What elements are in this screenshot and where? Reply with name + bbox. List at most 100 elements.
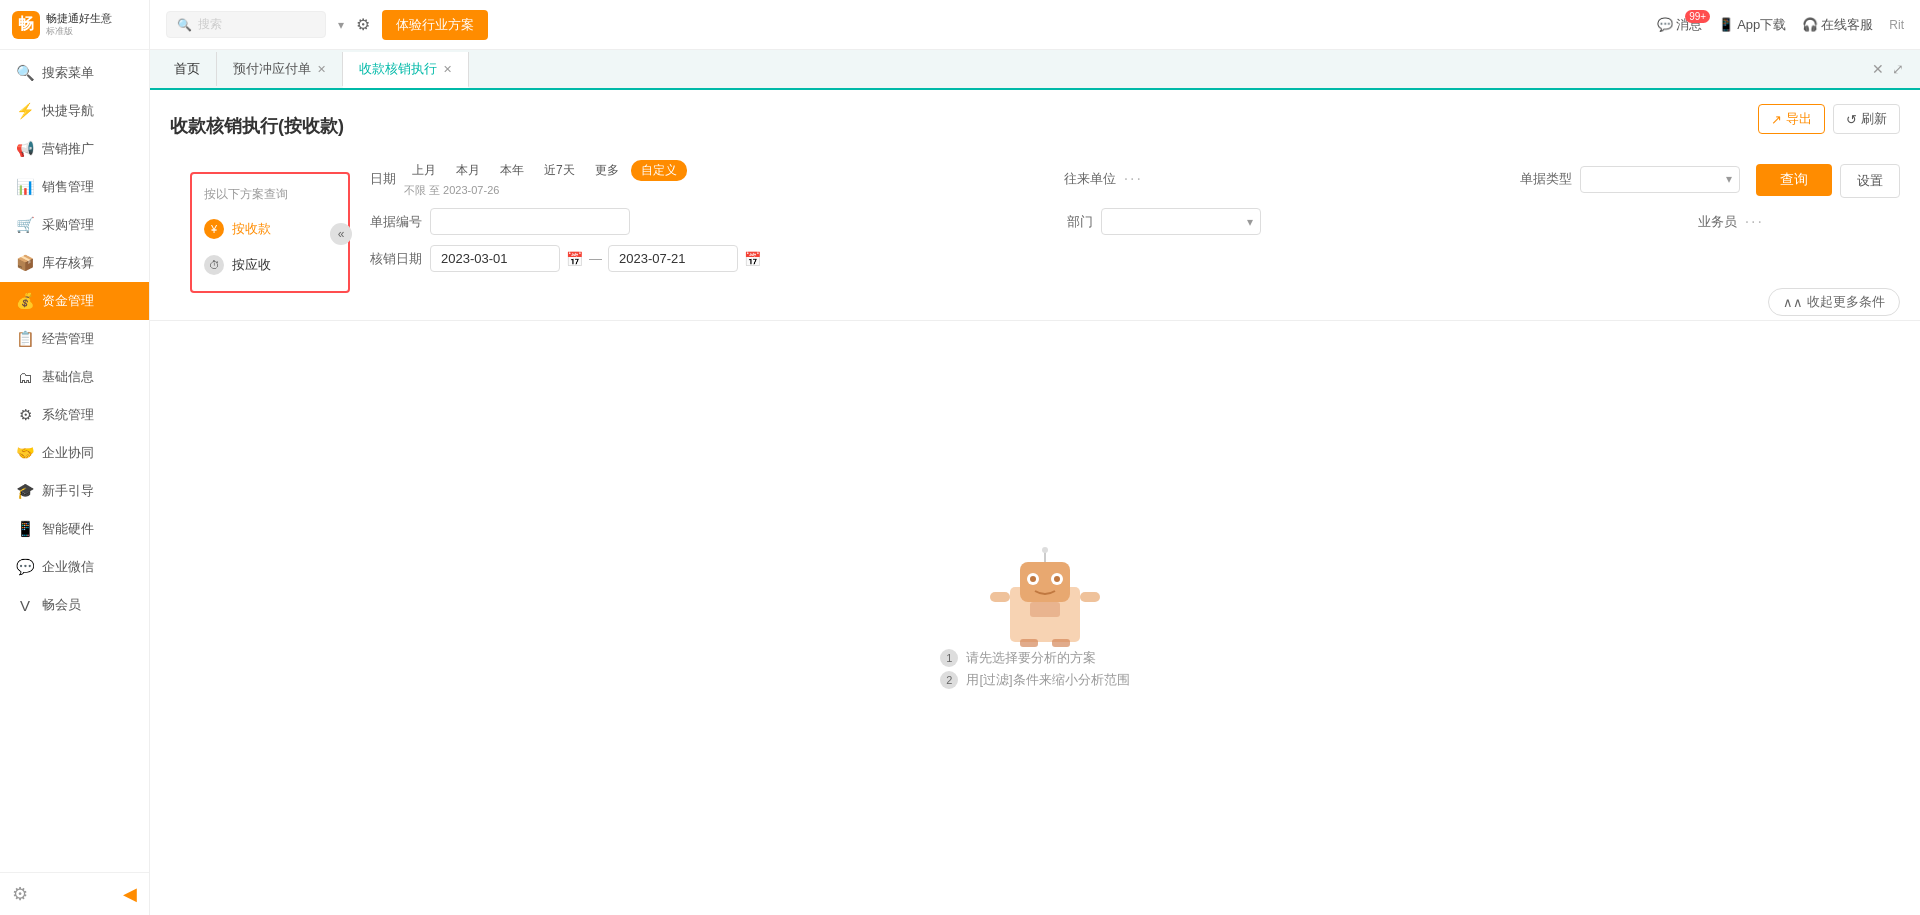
industry-btn[interactable]: 体验行业方案 bbox=[382, 10, 488, 40]
app-icon: 📱 bbox=[1718, 17, 1734, 32]
tab-collection-close[interactable]: ✕ bbox=[443, 63, 452, 76]
sidebar-item-6[interactable]: 💰 资金管理 bbox=[0, 282, 149, 320]
date-this-month[interactable]: 本月 bbox=[448, 160, 488, 181]
page-header: 收款核销执行(按收款) ↗ 导出 ↺ 刷新 bbox=[150, 90, 1920, 148]
doc-no-input[interactable] bbox=[430, 208, 630, 235]
filter-sidebar: 按以下方案查询 ¥ 按收款 ⏱ 按应收 bbox=[190, 172, 350, 293]
sidebar-item-1[interactable]: ⚡ 快捷导航 bbox=[0, 92, 149, 130]
sidebar-item-11[interactable]: 🎓 新手引导 bbox=[0, 472, 149, 510]
form-row-2: 单据编号 部门 bbox=[370, 208, 1900, 235]
sidebar-item-5[interactable]: 📦 库存核算 bbox=[0, 244, 149, 282]
sidebar-item-label-6: 资金管理 bbox=[42, 292, 94, 310]
sidebar-item-4[interactable]: 🛒 采购管理 bbox=[0, 206, 149, 244]
svg-rect-9 bbox=[1080, 592, 1100, 602]
sidebar-footer: ⚙ ◀ bbox=[0, 872, 149, 915]
logo-text: 畅捷通好生意 bbox=[46, 11, 112, 25]
message-btn[interactable]: 💬 消息 99+ bbox=[1657, 16, 1702, 34]
sidebar-item-13[interactable]: 💬 企业微信 bbox=[0, 548, 149, 586]
collapse-more-btn[interactable]: ∧∧ 收起更多条件 bbox=[1768, 288, 1900, 316]
customer-service-btn[interactable]: 🎧 在线客服 bbox=[1802, 16, 1873, 34]
svg-rect-12 bbox=[1052, 639, 1070, 647]
filter-option-by-receivable[interactable]: ⏱ 按应收 bbox=[192, 247, 348, 283]
expand-window-icon[interactable]: ⤢ bbox=[1892, 61, 1904, 77]
date-last-month[interactable]: 上月 bbox=[404, 160, 444, 181]
logo-badge: 标准版 bbox=[46, 25, 112, 38]
sidebar-item-icon-9: ⚙ bbox=[16, 406, 34, 424]
date-label: 日期 bbox=[370, 170, 396, 188]
hint-num-2: 2 bbox=[940, 671, 958, 689]
empty-hint-1: 1 请先选择要分析的方案 bbox=[940, 649, 1129, 667]
refresh-label: 刷新 bbox=[1861, 110, 1887, 128]
verify-date-end-icon[interactable]: 📅 bbox=[744, 251, 761, 267]
svg-rect-10 bbox=[1030, 602, 1060, 617]
collapse-sidebar-icon[interactable]: ◀ bbox=[123, 883, 137, 905]
filter-option-by-collection[interactable]: ¥ 按收款 bbox=[192, 211, 348, 247]
settings-icon[interactable]: ⚙ bbox=[12, 883, 28, 905]
user-info[interactable]: Rit bbox=[1889, 17, 1904, 32]
refresh-btn[interactable]: ↺ 刷新 bbox=[1833, 104, 1900, 134]
export-btn[interactable]: ↗ 导出 bbox=[1758, 104, 1825, 134]
sidebar-item-icon-3: 📊 bbox=[16, 178, 34, 196]
sidebar-item-2[interactable]: 📢 营销推广 bbox=[0, 130, 149, 168]
sidebar-item-9[interactable]: ⚙ 系统管理 bbox=[0, 396, 149, 434]
date-more[interactable]: 更多 bbox=[587, 160, 627, 181]
verify-date-start[interactable] bbox=[430, 245, 560, 272]
sidebar-item-icon-13: 💬 bbox=[16, 558, 34, 576]
message-icon: 💬 bbox=[1657, 17, 1673, 32]
dept-select[interactable] bbox=[1101, 208, 1261, 235]
tab-collection[interactable]: 收款核销执行 ✕ bbox=[343, 52, 469, 88]
query-btn[interactable]: 查询 bbox=[1756, 164, 1832, 196]
collapse-filter-btn[interactable]: « bbox=[330, 223, 352, 245]
form-row-3: 核销日期 📅 — 📅 bbox=[370, 245, 1900, 272]
customer-service-label: 在线客服 bbox=[1821, 16, 1873, 34]
topbar-actions: 💬 消息 99+ 📱 App下载 🎧 在线客服 Rit bbox=[1657, 16, 1904, 34]
hint-num-1: 1 bbox=[940, 649, 958, 667]
sidebar-item-14[interactable]: V 畅会员 bbox=[0, 586, 149, 624]
search-icon: 🔍 bbox=[177, 18, 192, 32]
sidebar-item-label-1: 快捷导航 bbox=[42, 102, 94, 120]
sidebar-item-0[interactable]: 🔍 搜索菜单 bbox=[0, 54, 149, 92]
sidebar-item-label-2: 营销推广 bbox=[42, 140, 94, 158]
prepay-label: 预付冲应付单 bbox=[233, 60, 311, 78]
app-download-btn[interactable]: 📱 App下载 bbox=[1718, 16, 1786, 34]
sidebar-item-label-9: 系统管理 bbox=[42, 406, 94, 424]
date-custom-badge[interactable]: 自定义 bbox=[631, 160, 687, 181]
partner-dots[interactable]: ··· bbox=[1124, 170, 1143, 188]
tab-home[interactable]: 首页 bbox=[158, 52, 217, 86]
sidebar-item-icon-12: 📱 bbox=[16, 520, 34, 538]
topbar-gear-icon[interactable]: ⚙ bbox=[356, 15, 370, 34]
window-btns: ✕ ⤢ bbox=[1864, 61, 1912, 77]
date-this-year[interactable]: 本年 bbox=[492, 160, 532, 181]
export-icon: ↗ bbox=[1771, 112, 1782, 127]
sidebar: 畅 畅捷通好生意 标准版 🔍 搜索菜单 ⚡ 快捷导航 📢 营销推广 📊 销售管理… bbox=[0, 0, 150, 915]
sidebar-item-12[interactable]: 📱 智能硬件 bbox=[0, 510, 149, 548]
sidebar-item-label-13: 企业微信 bbox=[42, 558, 94, 576]
home-label: 首页 bbox=[174, 60, 200, 78]
svg-rect-11 bbox=[1020, 639, 1038, 647]
sidebar-item-icon-7: 📋 bbox=[16, 330, 34, 348]
sidebar-item-3[interactable]: 📊 销售管理 bbox=[0, 168, 149, 206]
tab-prepay[interactable]: 预付冲应付单 ✕ bbox=[217, 52, 343, 86]
date-7days[interactable]: 近7天 bbox=[536, 160, 583, 181]
logo-icon: 畅 bbox=[12, 11, 40, 39]
close-window-icon[interactable]: ✕ bbox=[1872, 61, 1884, 77]
verify-date-start-icon[interactable]: 📅 bbox=[566, 251, 583, 267]
svg-point-5 bbox=[1054, 576, 1060, 582]
form-rows: 日期 上月 本月 本年 近7天 更多 自定义 不限 至 bbox=[350, 148, 1920, 284]
collapse-more-area: ∧∧ 收起更多条件 bbox=[350, 284, 1920, 320]
hint-text-2: 用[过滤]条件来缩小分析范围 bbox=[966, 671, 1129, 689]
sidebar-item-10[interactable]: 🤝 企业协同 bbox=[0, 434, 149, 472]
sidebar-item-icon-0: 🔍 bbox=[16, 64, 34, 82]
sidebar-item-label-14: 畅会员 bbox=[42, 596, 81, 614]
settings-btn[interactable]: 设置 bbox=[1840, 164, 1900, 198]
search-chevron-icon[interactable]: ▾ bbox=[338, 18, 344, 32]
collection-icon: ¥ bbox=[204, 219, 224, 239]
doc-type-select[interactable] bbox=[1580, 166, 1740, 193]
sidebar-item-label-11: 新手引导 bbox=[42, 482, 94, 500]
sidebar-item-7[interactable]: 📋 经营管理 bbox=[0, 320, 149, 358]
refresh-icon: ↺ bbox=[1846, 112, 1857, 127]
tab-prepay-close[interactable]: ✕ bbox=[317, 63, 326, 76]
verify-date-end[interactable] bbox=[608, 245, 738, 272]
sidebar-item-8[interactable]: 🗂 基础信息 bbox=[0, 358, 149, 396]
salesperson-dots[interactable]: ··· bbox=[1745, 213, 1764, 231]
